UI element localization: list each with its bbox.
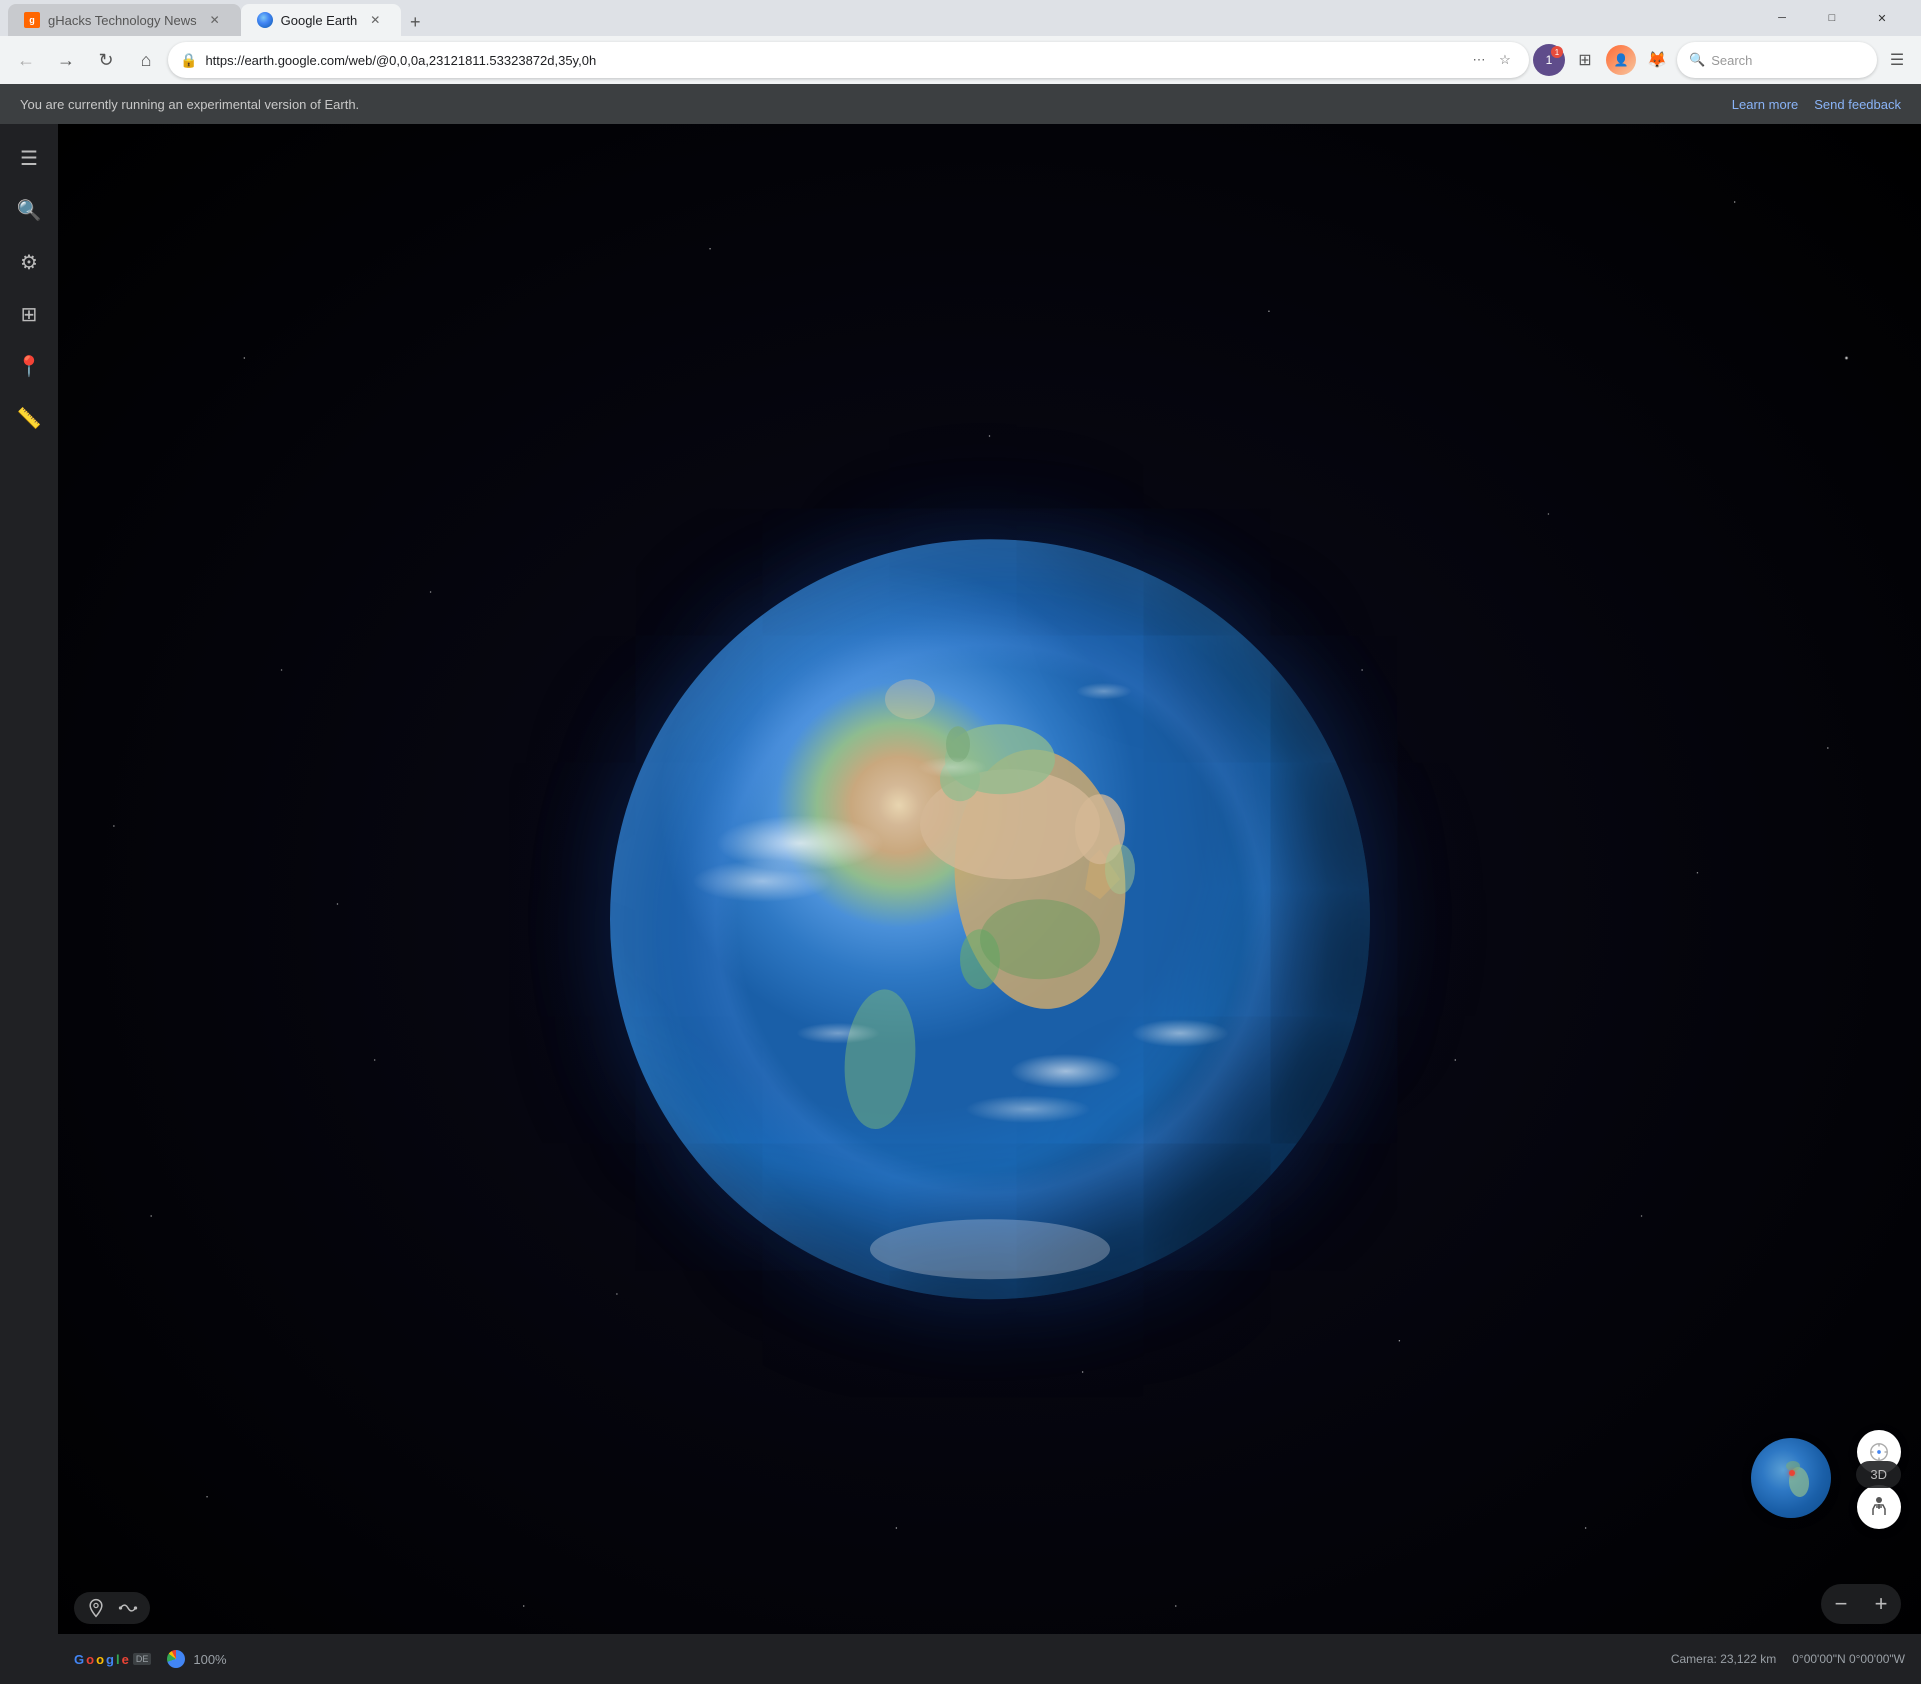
measure-icon: 📏 (17, 406, 42, 431)
loading-indicator: 100% (167, 1650, 226, 1668)
globe-container[interactable] (610, 539, 1370, 1299)
hamburger-icon: ☰ (20, 146, 38, 171)
coordinates: 0°00'00"N 0°00'00"W (1792, 1652, 1905, 1666)
location-route-group (74, 1592, 150, 1624)
tab-google-earth-title: Google Earth (281, 13, 358, 28)
pocket-btn[interactable]: 🦊 (1641, 44, 1673, 76)
location-pin-button[interactable] (86, 1598, 106, 1618)
camera-label: Camera: (1671, 1652, 1717, 1666)
new-tab-button[interactable]: + (401, 8, 429, 36)
google-g: G (74, 1652, 84, 1667)
back-button[interactable]: ← (8, 42, 44, 78)
sidebar-search-button[interactable]: 🔍 (7, 188, 51, 232)
earth-globe[interactable] (610, 539, 1370, 1299)
sidebar-explore-button[interactable]: ⚙ (7, 240, 51, 284)
extension-grid-btn[interactable]: ⊞ (1569, 44, 1601, 76)
places-icon: 📍 (17, 354, 42, 379)
browser-frame: g gHacks Technology News ✕ Google Earth … (0, 0, 1921, 1684)
earth-view[interactable]: 3D (58, 124, 1921, 1684)
tab-ghacks-close[interactable]: ✕ (205, 10, 225, 30)
compass-icon (1868, 1441, 1890, 1463)
reload-button[interactable]: ↻ (88, 42, 124, 78)
sidebar-voyager-button[interactable]: ⊞ (7, 292, 51, 336)
forward-button[interactable]: → (48, 42, 84, 78)
search-placeholder: Search (1711, 53, 1752, 68)
experimental-message: You are currently running an experimenta… (20, 97, 1716, 112)
camera-value: 23,122 km (1720, 1652, 1776, 1666)
tab-ghacks[interactable]: g gHacks Technology News ✕ (8, 4, 241, 36)
tabs-area: g gHacks Technology News ✕ Google Earth … (8, 0, 1755, 36)
route-button[interactable] (118, 1598, 138, 1618)
tab-ghacks-favicon: g (24, 12, 40, 28)
mini-globe-pin (1789, 1470, 1795, 1476)
google-e: e (122, 1652, 129, 1667)
google-g2: g (106, 1652, 114, 1667)
route-icon (118, 1598, 138, 1618)
voyager-icon: ⊞ (21, 302, 38, 327)
send-feedback-link[interactable]: Send feedback (1814, 97, 1901, 112)
google-logo: G o o g l e DE (74, 1652, 151, 1667)
sidebar: ☰ 🔍 ⚙ ⊞ 📍 📏 (0, 124, 58, 1684)
search-icon: 🔍 (1689, 52, 1705, 68)
zoom-in-button[interactable]: + (1861, 1584, 1901, 1624)
home-button[interactable]: ⌂ (128, 42, 164, 78)
extension-notification-badge: 1 (1551, 46, 1563, 58)
learn-more-link[interactable]: Learn more (1732, 97, 1798, 112)
address-bar[interactable]: 🔒 https://earth.google.com/web/@0,0,0a,2… (168, 42, 1529, 78)
tab-ghacks-title: gHacks Technology News (48, 13, 197, 28)
right-toolbar: 1 1 ⊞ 👤 🦊 🔍 Search ☰ (1533, 42, 1913, 78)
bottom-left-controls (74, 1592, 150, 1624)
sidebar-places-button[interactable]: 📍 (7, 344, 51, 388)
avatar[interactable]: 👤 (1606, 45, 1636, 75)
security-icon: 🔒 (180, 52, 197, 69)
bookmark-icon[interactable]: ☆ (1493, 48, 1517, 72)
continents-svg (610, 539, 1370, 1299)
de-badge: DE (133, 1653, 152, 1665)
sidebar-menu-button[interactable]: ☰ (7, 136, 51, 180)
minimize-button[interactable]: ─ (1759, 4, 1805, 32)
tab-google-earth-favicon (257, 12, 273, 28)
explore-icon: ⚙ (20, 250, 38, 275)
zoom-out-button[interactable]: − (1821, 1584, 1861, 1624)
address-bar-icons: ⋯ ☆ (1467, 48, 1517, 72)
search-box[interactable]: 🔍 Search (1677, 42, 1877, 78)
profile-btn[interactable]: 👤 (1605, 44, 1637, 76)
experimental-banner: You are currently running an experimenta… (0, 84, 1921, 124)
google-o2: o (96, 1652, 104, 1667)
mini-globe-container[interactable] (1751, 1438, 1831, 1518)
loading-circle (167, 1650, 185, 1668)
zoom-controls-area: 3D (1821, 1461, 1901, 1624)
extension-badge-btn[interactable]: 1 1 (1533, 44, 1565, 76)
more-dots-icon[interactable]: ⋯ (1467, 48, 1491, 72)
loading-percentage: 100% (193, 1652, 226, 1667)
tab-google-earth[interactable]: Google Earth ✕ (241, 4, 402, 36)
main-content: ☰ 🔍 ⚙ ⊞ 📍 📏 (0, 124, 1921, 1684)
window-controls: ─ □ ✕ (1759, 4, 1905, 32)
title-bar: g gHacks Technology News ✕ Google Earth … (0, 0, 1921, 36)
google-l: l (116, 1652, 120, 1667)
maximize-button[interactable]: □ (1809, 4, 1855, 32)
mini-globe[interactable] (1751, 1438, 1831, 1518)
google-o1: o (86, 1652, 94, 1667)
browser-menu-button[interactable]: ☰ (1881, 44, 1913, 76)
nav-bar: ← → ↻ ⌂ 🔒 https://earth.google.com/web/@… (0, 36, 1921, 84)
address-bar-container: 🔒 https://earth.google.com/web/@0,0,0a,2… (168, 42, 1529, 78)
sidebar-measure-button[interactable]: 📏 (7, 396, 51, 440)
camera-info: Camera: 23,122 km (1671, 1652, 1776, 1666)
location-pin-icon (86, 1598, 106, 1618)
tab-google-earth-close[interactable]: ✕ (365, 10, 385, 30)
zoom-controls: − + (1821, 1584, 1901, 1624)
bottom-bar: G o o g l e DE 100% Camera: 23,122 km (58, 1634, 1921, 1684)
url-text: https://earth.google.com/web/@0,0,0a,231… (205, 53, 1459, 68)
search-icon: 🔍 (17, 198, 42, 223)
close-button[interactable]: ✕ (1859, 4, 1905, 32)
mini-globe-svg (1751, 1438, 1831, 1518)
mode-3d-button[interactable]: 3D (1856, 1461, 1901, 1488)
